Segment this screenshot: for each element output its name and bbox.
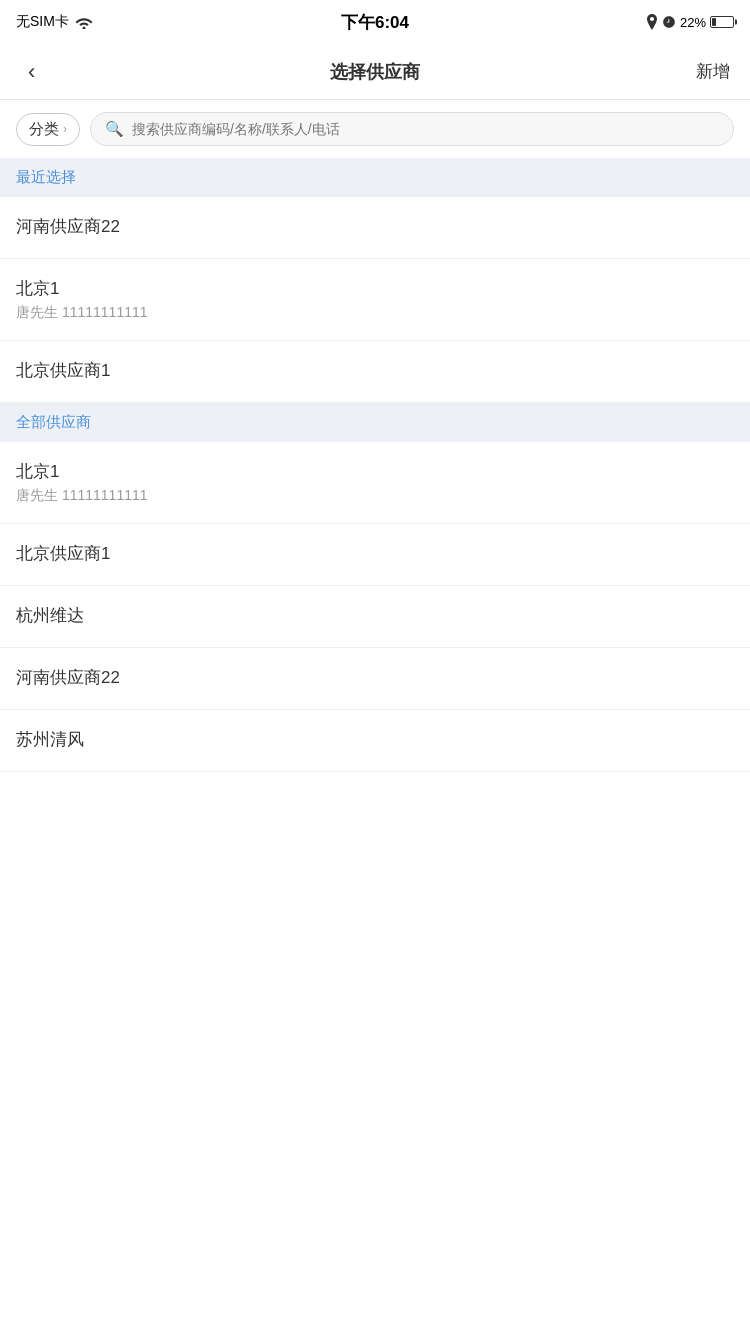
list-item[interactable]: 北京供应商1 xyxy=(0,524,750,586)
search-icon: 🔍 xyxy=(105,120,124,138)
list-item[interactable]: 苏州清风 xyxy=(0,710,750,772)
svg-point-0 xyxy=(82,27,85,30)
item-sub: 唐先生 11111111111 xyxy=(16,304,734,322)
item-name: 河南供应商22 xyxy=(16,215,734,238)
recent-section-header: 最近选择 xyxy=(0,158,750,197)
battery-icon xyxy=(710,16,734,28)
page-title: 选择供应商 xyxy=(330,60,420,84)
item-name: 苏州清风 xyxy=(16,728,734,751)
status-time: 下午6:04 xyxy=(341,11,409,34)
item-name: 北京1 xyxy=(16,460,734,483)
item-name: 河南供应商22 xyxy=(16,666,734,689)
recent-items-list: 河南供应商22 北京1 唐先生 11111111111 北京供应商1 xyxy=(0,197,750,403)
status-left: 无SIM卡 xyxy=(16,13,93,31)
alarm-icon xyxy=(662,15,676,29)
carrier-label: 无SIM卡 xyxy=(16,13,69,31)
list-item[interactable]: 北京1 唐先生 11111111111 xyxy=(0,442,750,524)
search-input[interactable] xyxy=(132,121,719,137)
all-items-list: 北京1 唐先生 11111111111 北京供应商1 杭州维达河南供应商22 苏州清风 xyxy=(0,442,750,772)
recent-section-label: 最近选择 xyxy=(16,168,76,185)
wifi-icon xyxy=(75,15,93,29)
search-box: 🔍 xyxy=(90,112,734,146)
back-button[interactable]: ‹ xyxy=(20,55,43,89)
all-section-header: 全部供应商 xyxy=(0,403,750,442)
item-sub: 唐先生 11111111111 xyxy=(16,487,734,505)
item-name: 北京1 xyxy=(16,277,734,300)
chevron-right-icon: › xyxy=(63,122,67,136)
all-section-label: 全部供应商 xyxy=(16,413,91,430)
item-name: 杭州维达 xyxy=(16,604,734,627)
nav-bar: ‹ 选择供应商 新增 xyxy=(0,44,750,100)
status-bar: 无SIM卡 下午6:04 22% xyxy=(0,0,750,44)
status-right: 22% xyxy=(646,14,734,30)
battery-percent: 22% xyxy=(680,15,706,30)
list-item[interactable]: 河南供应商22 xyxy=(0,648,750,710)
category-label: 分类 xyxy=(29,120,59,139)
add-button[interactable]: 新增 xyxy=(696,60,730,83)
category-button[interactable]: 分类 › xyxy=(16,113,80,146)
list-item[interactable]: 北京1 唐先生 11111111111 xyxy=(0,259,750,341)
filter-bar: 分类 › 🔍 xyxy=(0,100,750,158)
list-item[interactable]: 河南供应商22 xyxy=(0,197,750,259)
item-name: 北京供应商1 xyxy=(16,359,734,382)
location-icon xyxy=(646,14,658,30)
list-item[interactable]: 杭州维达 xyxy=(0,586,750,648)
list-item[interactable]: 北京供应商1 xyxy=(0,341,750,403)
item-name: 北京供应商1 xyxy=(16,542,734,565)
